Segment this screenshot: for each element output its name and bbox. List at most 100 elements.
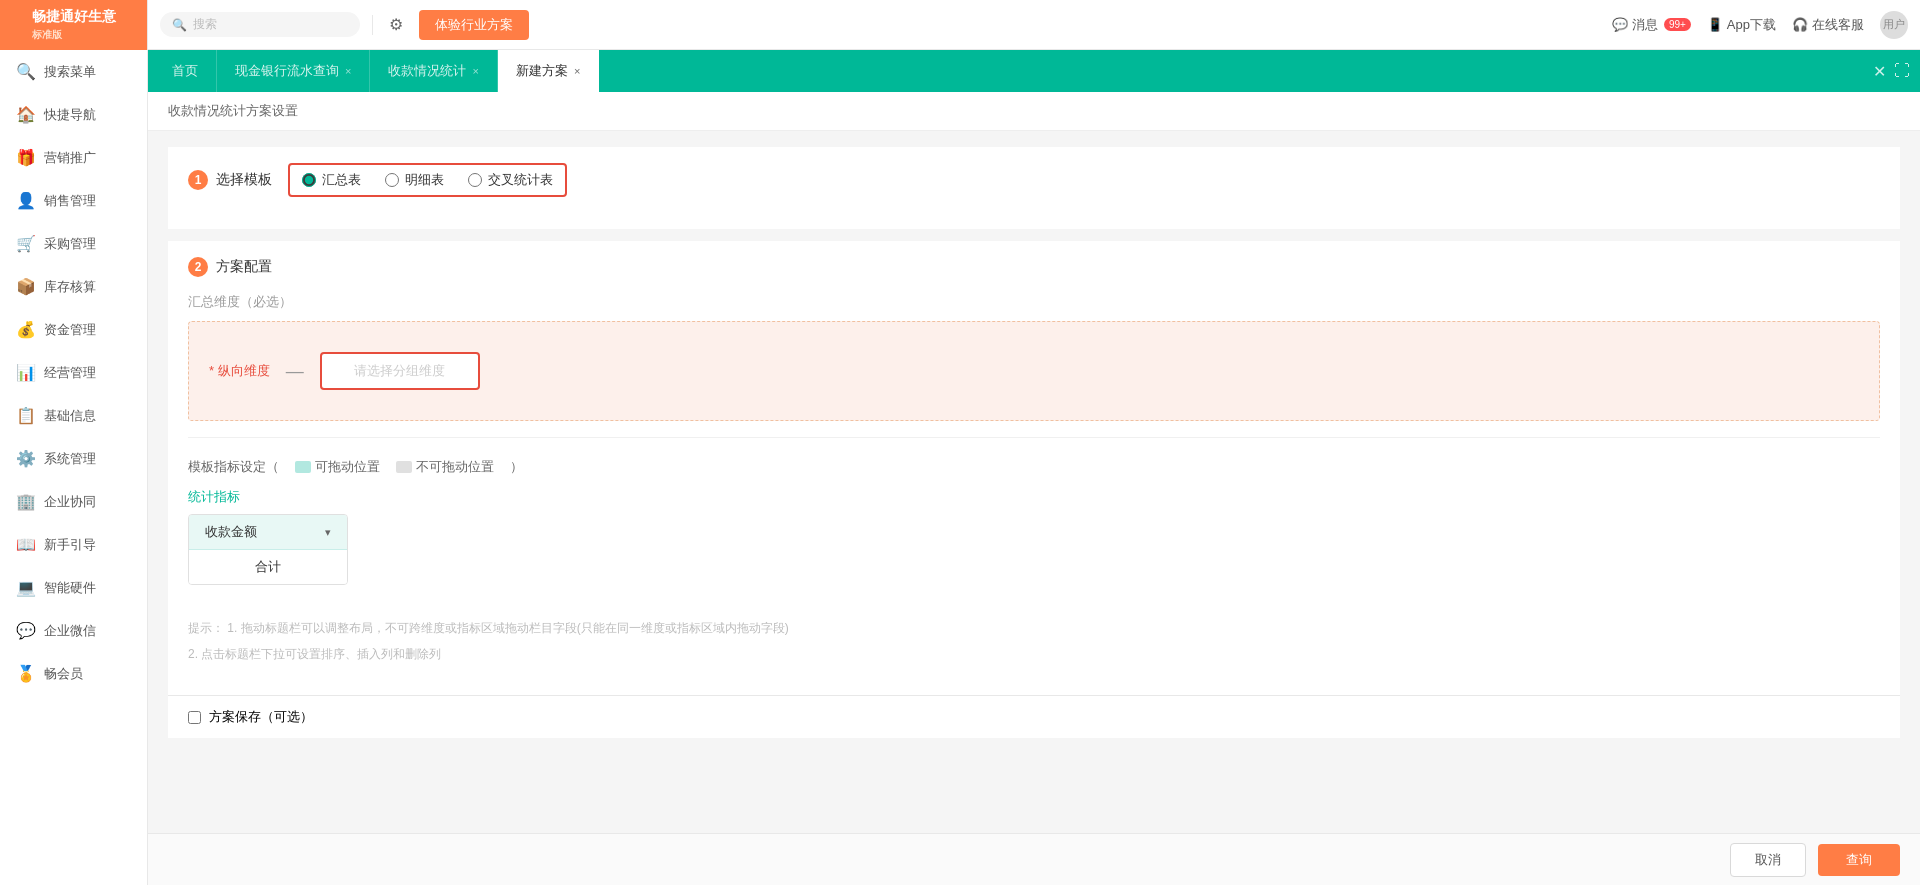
- radio-summary-input[interactable]: [302, 173, 316, 187]
- sidebar-item-label: 畅会员: [44, 665, 83, 683]
- radio-cross[interactable]: 交叉统计表: [468, 171, 553, 189]
- sidebar-item-inventory[interactable]: 📦 库存核算: [0, 265, 147, 308]
- sidebar-item-basic-info[interactable]: 📋 基础信息: [0, 394, 147, 437]
- dimension-placeholder[interactable]: 请选择分组维度: [320, 352, 480, 390]
- corp-collab-icon: 🏢: [16, 492, 36, 511]
- dimension-grid: * 纵向维度 — 请选择分组维度: [188, 321, 1880, 421]
- app-download-button[interactable]: 📱 App下载: [1707, 16, 1776, 34]
- sidebar-item-corp-collab[interactable]: 🏢 企业协同: [0, 480, 147, 523]
- sidebar-item-label: 系统管理: [44, 450, 96, 468]
- sidebar-item-sales[interactable]: 👤 销售管理: [0, 179, 147, 222]
- system-icon: ⚙️: [16, 449, 36, 468]
- sidebar-item-label: 新手引导: [44, 536, 96, 554]
- template-radio-group: 汇总表 明细表 交叉统计表: [288, 163, 567, 197]
- tab-new-plan[interactable]: 新建方案 ×: [498, 50, 599, 92]
- sidebar-item-label: 快捷导航: [44, 106, 96, 124]
- user-avatar[interactable]: 用户: [1880, 11, 1908, 39]
- sidebar-item-corp-weixin[interactable]: 💬 企业微信: [0, 609, 147, 652]
- sidebar-item-quick-nav[interactable]: 🏠 快捷导航: [0, 93, 147, 136]
- metrics-header-row: 收款金额 ▾: [189, 515, 347, 550]
- page-header-title: 收款情况统计方案设置: [168, 103, 298, 118]
- app-download-icon: 📱: [1707, 17, 1723, 32]
- sidebar-item-finance[interactable]: 💰 资金管理: [0, 308, 147, 351]
- topbar-divider1: [372, 15, 373, 35]
- finance-icon: 💰: [16, 320, 36, 339]
- chevron-down-icon[interactable]: ▾: [325, 526, 331, 539]
- save-label[interactable]: 方案保存（可选）: [209, 708, 313, 726]
- dimension-area: 汇总维度（必选） * 纵向维度 — 请选择分组维度: [188, 293, 1880, 421]
- tab-bar: 首页 现金银行流水查询 × 收款情况统计 × 新建方案 × ✕ ⛶: [148, 50, 1920, 92]
- radio-summary[interactable]: 汇总表: [302, 171, 361, 189]
- sidebar-item-label: 搜索菜单: [44, 63, 96, 81]
- step2-label: 方案配置: [216, 258, 272, 276]
- metrics-table: 收款金额 ▾ 合计: [188, 514, 348, 585]
- gear-icon[interactable]: ⚙: [389, 15, 403, 34]
- search-menu-icon: 🔍: [16, 62, 36, 81]
- trial-button[interactable]: 体验行业方案: [419, 10, 529, 40]
- metrics-title-label: 统计指标: [188, 488, 1880, 506]
- dimension-arrow: —: [286, 361, 304, 382]
- sidebar-item-search-menu[interactable]: 🔍 搜索菜单: [0, 50, 147, 93]
- online-service-button[interactable]: 🎧 在线客服: [1792, 16, 1864, 34]
- sales-icon: 👤: [16, 191, 36, 210]
- step1-title: 1 选择模板 汇总表 明细表 交叉统计表: [188, 163, 1880, 197]
- sidebar-item-member[interactable]: 🏅 畅会员: [0, 652, 147, 695]
- tab-receipt-stats-close[interactable]: ×: [472, 65, 478, 77]
- drag-legend-label: 可拖动位置: [315, 458, 380, 476]
- cancel-button[interactable]: 取消: [1730, 843, 1806, 877]
- purchase-icon: 🛒: [16, 234, 36, 253]
- step2-title: 2 方案配置: [188, 257, 1880, 277]
- sidebar-item-purchase[interactable]: 🛒 采购管理: [0, 222, 147, 265]
- metrics-paren-close: ）: [510, 458, 523, 476]
- sidebar-item-guide[interactable]: 📖 新手引导: [0, 523, 147, 566]
- radio-cross-input[interactable]: [468, 173, 482, 187]
- hint-1: 提示： 1. 拖动标题栏可以调整布局，不可跨维度或指标区域拖动栏目字段(只能在同…: [188, 618, 1880, 640]
- smart-hw-icon: 💻: [16, 578, 36, 597]
- sidebar-item-label: 库存核算: [44, 278, 96, 296]
- radio-detail-input[interactable]: [385, 173, 399, 187]
- tab-home-label: 首页: [172, 62, 198, 80]
- sidebar: 畅捷通好生意 标准版 🔍 搜索菜单 🏠 快捷导航 🎁 营销推广 👤 销售管理 🛒…: [0, 0, 148, 885]
- radio-cross-label: 交叉统计表: [488, 171, 553, 189]
- search-icon: 🔍: [172, 18, 187, 32]
- step2-section: 2 方案配置 汇总维度（必选） * 纵向维度 — 请选择分组维度: [168, 241, 1900, 695]
- tab-bank-flow-label: 现金银行流水查询: [235, 62, 339, 80]
- metrics-section: 模板指标设定（ 可拖动位置 不可拖动位置 ） 统计指标: [188, 458, 1880, 588]
- operation-icon: 📊: [16, 363, 36, 382]
- logo-sub: 标准版: [32, 28, 116, 42]
- save-checkbox[interactable]: [188, 711, 201, 724]
- nodrag-legend-label: 不可拖动位置: [416, 458, 494, 476]
- sidebar-item-system[interactable]: ⚙️ 系统管理: [0, 437, 147, 480]
- tab-receipt-stats-label: 收款情况统计: [388, 62, 466, 80]
- online-service-label: 在线客服: [1812, 16, 1864, 34]
- main-content: 🔍 搜索 ⚙ 体验行业方案 💬 消息 99+ 📱 App下载 🎧 在线客服 用户: [148, 0, 1920, 885]
- topbar-right: 💬 消息 99+ 📱 App下载 🎧 在线客服 用户: [1612, 11, 1908, 39]
- tab-bank-flow-close[interactable]: ×: [345, 65, 351, 77]
- tab-bank-flow[interactable]: 现金银行流水查询 ×: [217, 50, 370, 92]
- logo-text: 畅捷通好生意: [32, 8, 116, 26]
- sidebar-item-label: 企业协同: [44, 493, 96, 511]
- tab-receipt-stats[interactable]: 收款情况统计 ×: [370, 50, 497, 92]
- close-tab-action[interactable]: ✕: [1873, 62, 1886, 81]
- step2-num: 2: [188, 257, 208, 277]
- sidebar-item-marketing[interactable]: 🎁 营销推广: [0, 136, 147, 179]
- radio-summary-label: 汇总表: [322, 171, 361, 189]
- search-area[interactable]: 🔍 搜索: [160, 12, 360, 37]
- query-button[interactable]: 查询: [1818, 844, 1900, 876]
- sidebar-item-label: 销售管理: [44, 192, 96, 210]
- sidebar-item-smart-hw[interactable]: 💻 智能硬件: [0, 566, 147, 609]
- topbar: 🔍 搜索 ⚙ 体验行业方案 💬 消息 99+ 📱 App下载 🎧 在线客服 用户: [148, 0, 1920, 50]
- tab-new-plan-close[interactable]: ×: [574, 65, 580, 77]
- page-content: 收款情况统计方案设置 1 选择模板 汇总表 明细表: [148, 92, 1920, 833]
- search-placeholder: 搜索: [193, 16, 217, 33]
- sidebar-item-operation[interactable]: 📊 经营管理: [0, 351, 147, 394]
- radio-detail[interactable]: 明细表: [385, 171, 444, 189]
- metrics-header-cell[interactable]: 收款金额 ▾: [189, 515, 347, 549]
- fullscreen-action[interactable]: ⛶: [1894, 62, 1910, 80]
- message-button[interactable]: 💬 消息 99+: [1612, 16, 1691, 34]
- save-section: 方案保存（可选）: [168, 695, 1900, 738]
- app-download-label: App下载: [1727, 16, 1776, 34]
- radio-detail-label: 明细表: [405, 171, 444, 189]
- tab-home[interactable]: 首页: [148, 50, 217, 92]
- legend-nodrag: 不可拖动位置: [396, 458, 494, 476]
